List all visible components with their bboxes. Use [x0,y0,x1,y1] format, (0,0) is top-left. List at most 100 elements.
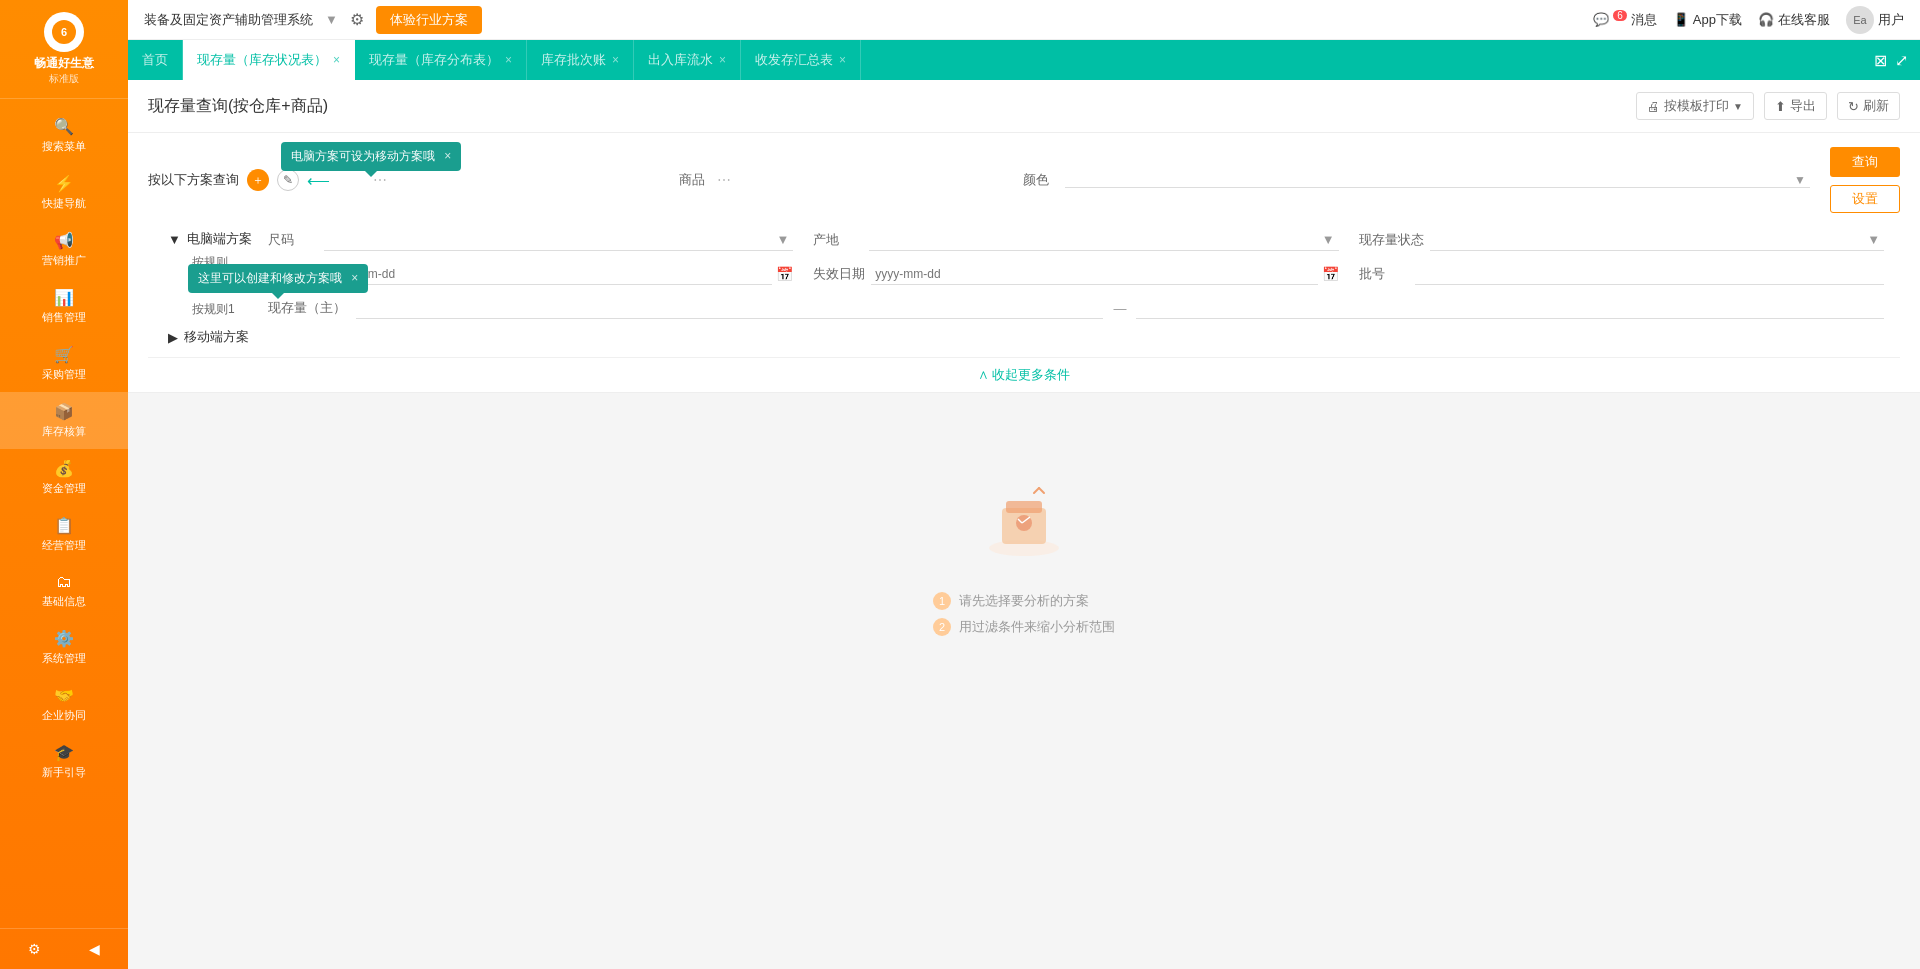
size-label: 尺码 [268,231,318,249]
expire-date-cal-icon[interactable]: 📅 [1322,266,1339,282]
tab-inventory-status[interactable]: 现存量（库存状况表） × [183,40,355,80]
collapse-arrow: ∧ [978,367,989,382]
tooltip-scheme-close[interactable]: × [444,149,451,163]
main-content: 现存量查询(按仓库+商品) 🖨 按模板打印 ▼ ⬆ 导出 ↻ 刷新 按以下方案查… [128,80,1920,969]
user-avatar: Ea [1846,6,1874,34]
filter-row-1: 尺码 ▼ 产地 ▼ 现存量状态 ▼ [268,223,1884,257]
expire-date-input[interactable] [871,264,1317,285]
add-scheme-btn[interactable]: ＋ [247,169,269,191]
tab-batch-account[interactable]: 库存批次账 × [527,40,634,80]
user-btn[interactable]: Ea 用户 [1846,6,1904,34]
origin-select[interactable]: ▼ [869,229,1338,251]
online-support-btn[interactable]: 🎧 在线客服 [1758,11,1830,29]
marketing-icon: 📢 [54,231,74,250]
tab-inventory-dist[interactable]: 现存量（库存分布表） × [355,40,527,80]
batch-field: 批号 [1359,263,1884,285]
goods-menu-btn[interactable]: ⋯ [713,172,735,188]
collapse-bar[interactable]: ∧ 收起更多条件 [148,357,1900,392]
expire-date-field: 失效日期 📅 [813,263,1338,285]
tab-inventory-status-close[interactable]: × [333,53,340,67]
sidebar-item-management[interactable]: 📋 经营管理 [0,506,128,563]
export-btn[interactable]: ⬆ 导出 [1764,92,1827,120]
tab-inventory-dist-label: 现存量（库存分布表） [369,51,499,69]
sidebar-item-label: 库存核算 [42,424,86,439]
sidebar-item-assets[interactable]: 💰 资金管理 [0,449,128,506]
header-settings-icon[interactable]: ⚙ [350,10,364,29]
batch-input[interactable] [1415,263,1884,285]
print-arrow: ▼ [1733,101,1743,112]
tabs-maximize-btn[interactable]: ⊠ [1874,51,1887,70]
sales-icon: 📊 [54,288,74,307]
sidebar-item-label: 搜索菜单 [42,139,86,154]
sidebar-item-inventory[interactable]: 📦 库存核算 [0,392,128,449]
scheme-mobile-label: 移动端方案 [184,328,249,346]
refresh-btn[interactable]: ↻ 刷新 [1837,92,1900,120]
expire-date-label: 失效日期 [813,265,865,283]
system-select-arrow[interactable]: ▼ [325,12,338,27]
color-field[interactable]: ▼ [1065,173,1810,188]
avatar-initials: Ea [1853,14,1866,26]
print-btn[interactable]: 🖨 按模板打印 ▼ [1636,92,1754,120]
produce-date-input[interactable] [326,264,772,285]
scheme-mobile[interactable]: ▶ 移动端方案 [168,325,252,349]
produce-date-cal-icon[interactable]: 📅 [776,266,793,282]
sidebar-collapse-btn[interactable]: ◀ [89,941,100,957]
size-select[interactable]: ▼ [324,229,793,251]
stock-status-select[interactable]: ▼ [1430,229,1884,251]
edit-scheme-btn[interactable]: ✎ [277,169,299,191]
messages-btn[interactable]: 💬 6 消息 [1593,11,1657,29]
tab-inventory-dist-close[interactable]: × [505,53,512,67]
collapse-label: 收起更多条件 [992,367,1070,382]
sidebar-item-label: 销售管理 [42,310,86,325]
online-support-label: 在线客服 [1778,11,1830,29]
tab-receive-summary[interactable]: 收发存汇总表 × [741,40,861,80]
sidebar-settings-btn[interactable]: ⚙ [28,941,41,957]
scheme-desktop-arrow: ▼ [168,232,181,247]
scheme-sub-2-text: 按规则1 [192,301,235,318]
svg-text:6: 6 [61,26,67,38]
tooltip-create-close[interactable]: × [351,271,358,285]
scheme-desktop[interactable]: ▼ 电脑端方案 [168,227,252,251]
set-btn[interactable]: 设置 [1830,185,1900,213]
empty-tip-2: 2 用过滤条件来缩小分析范围 [933,618,1115,636]
sidebar-item-system[interactable]: ⚙️ 系统管理 [0,619,128,676]
filter-row-3: 现存量（主） — [268,291,1884,325]
sidebar-item-guide[interactable]: 🎓 新手引导 [0,733,128,790]
sidebar-item-search[interactable]: 🔍 搜索菜单 [0,107,128,164]
sidebar-item-label: 资金管理 [42,481,86,496]
tab-inout-flow-close[interactable]: × [719,53,726,67]
tip-num-1: 1 [933,592,951,610]
inventory-icon: 📦 [54,402,74,421]
sidebar-item-quick-nav[interactable]: ⚡ 快捷导航 [0,164,128,221]
page-title: 现存量查询(按仓库+商品) [148,96,328,117]
messages-label: 消息 [1631,11,1657,29]
stock-main-from[interactable] [356,297,1104,319]
back-scheme-btn[interactable]: ⟵ [307,169,329,191]
sidebar-item-enterprise[interactable]: 🤝 企业协同 [0,676,128,733]
sidebar-item-sales[interactable]: 📊 销售管理 [0,278,128,335]
create-scheme-tooltip: 这里可以创建和修改方案哦 × [188,264,368,293]
app-download-btn[interactable]: 📱 App下载 [1673,11,1742,29]
tab-home[interactable]: 首页 [128,40,183,80]
user-label: 用户 [1878,11,1904,29]
svg-line-8 [1034,488,1039,493]
tab-receive-summary-close[interactable]: × [839,53,846,67]
industry-btn[interactable]: 体验行业方案 [376,6,482,34]
sidebar-item-marketing[interactable]: 📢 营销推广 [0,221,128,278]
sidebar-item-purchase[interactable]: 🛒 采购管理 [0,335,128,392]
query-btn-group: 查询 设置 [1830,147,1900,213]
tabs-fullscreen-btn[interactable]: ⤢ [1895,51,1908,70]
query-btn[interactable]: 查询 [1830,147,1900,177]
sidebar-logo: 6 畅通好生意 标准版 [0,0,128,99]
stock-main-to[interactable] [1136,297,1884,319]
tab-inout-flow[interactable]: 出入库流水 × [634,40,741,80]
filter-row-header: 按以下方案查询 ＋ ✎ ⟵ 电脑方案可设为移动方案哦 × ⋯ 商品 ⋯ 颜色 ▼… [148,147,1900,213]
scheme-sub-2[interactable]: 按规则1 [168,298,252,321]
empty-illustration [974,473,1074,576]
header-right: 💬 6 消息 📱 App下载 🎧 在线客服 Ea 用户 [1593,6,1904,34]
tab-batch-account-close[interactable]: × [612,53,619,67]
header-left: 装备及固定资产辅助管理系统 ▼ ⚙ 体验行业方案 [144,6,482,34]
sidebar-item-label: 系统管理 [42,651,86,666]
sidebar-item-basic[interactable]: 🗂 基础信息 [0,563,128,619]
sidebar-item-label: 新手引导 [42,765,86,780]
